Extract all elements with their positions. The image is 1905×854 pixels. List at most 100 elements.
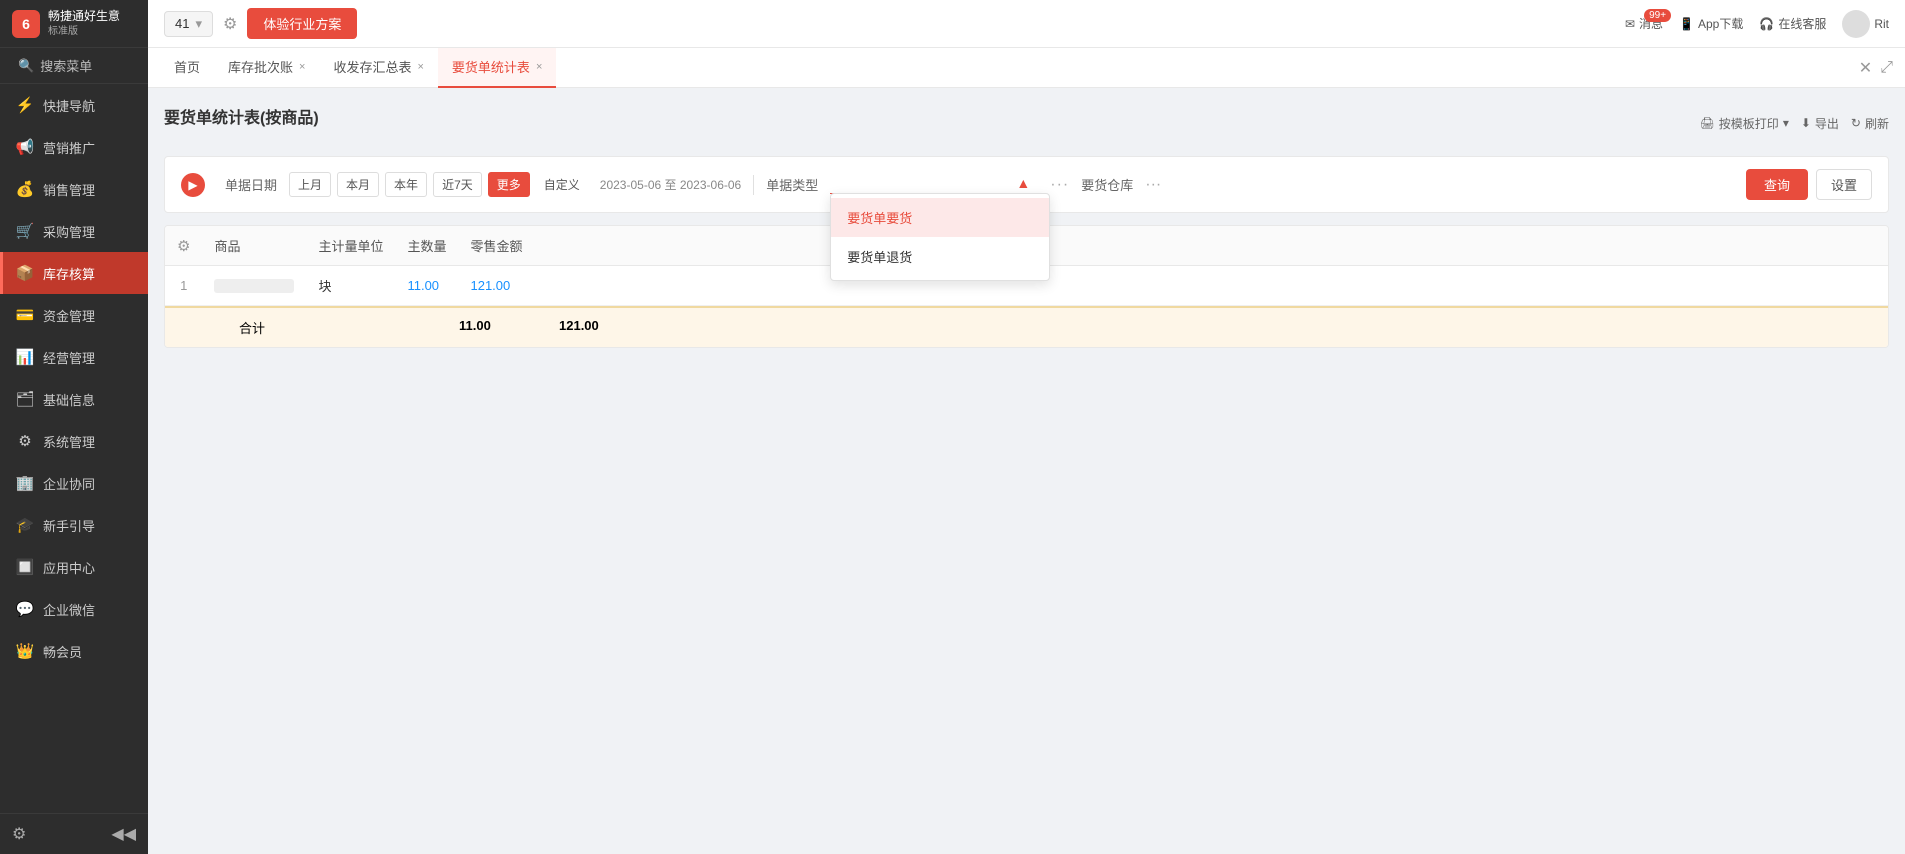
col-amount: 零售金额 [458,226,534,266]
warehouse-more-dots[interactable]: ··· [1145,176,1161,194]
quantity-link[interactable]: 11.00 [407,278,439,293]
cell-amount: 121.00 [458,266,534,306]
cell-product [202,266,306,306]
service-icon: 🎧 [1759,17,1774,31]
footer-product-space: 合计 [227,318,367,337]
sidebar-item-finance[interactable]: 💳 资金管理 [0,294,148,336]
sidebar-item-guide[interactable]: 🎓 新手引导 [0,504,148,546]
table-footer: 合计 11.00 121.00 [165,306,1888,347]
filter-expand-btn[interactable]: ▶ [181,173,205,197]
system-icon: ⚙ [15,431,35,451]
sidebar-item-wechat[interactable]: 💬 企业微信 [0,588,148,630]
refresh-btn[interactable]: ↻ 刷新 [1851,115,1889,132]
tab-close-inventory-batch[interactable]: × [299,61,305,73]
cell-unit: 块 [306,266,395,306]
tab-order-stats[interactable]: 要货单统计表 × [438,48,556,88]
message-btn[interactable]: ✉ 消息 99+ [1625,15,1663,32]
date-7days-btn[interactable]: 近7天 [433,172,482,197]
inventory-icon: 📦 [15,263,35,283]
user-avatar-btn[interactable]: Rit [1842,10,1889,38]
type-select-input[interactable] [830,176,1016,191]
print-btn[interactable]: 🖨 按模板打印 ▾ [1700,115,1789,132]
tab-close-receipt-summary[interactable]: × [417,61,423,73]
refresh-icon: ↻ [1851,116,1861,130]
query-btn[interactable]: 查询 [1746,169,1808,200]
export-btn[interactable]: ⬇ 导出 [1801,115,1839,132]
settings-btn[interactable]: 设置 [1816,169,1872,200]
apps-icon: 🔲 [15,557,35,577]
col-extra [535,226,1889,266]
print-icon: 🖨 [1700,116,1715,130]
store-selector[interactable]: 41 ▾ [164,11,213,37]
sidebar-settings-icon[interactable]: ⚙ [12,824,26,844]
col-quantity: 主数量 [395,226,458,266]
table-settings-icon[interactable]: ⚙ [177,238,190,255]
marketing-icon: 📢 [15,137,35,157]
online-service-btn[interactable]: 🎧 在线客服 [1759,15,1826,32]
date-more-btn[interactable]: 更多 [488,172,530,197]
sidebar-item-quick-nav[interactable]: ⚡ 快捷导航 [0,84,148,126]
quick-nav-icon: ⚡ [15,95,35,115]
sidebar-item-system[interactable]: ⚙ 系统管理 [0,420,148,462]
sidebar-nav: ⚡ 快捷导航 📢 营销推广 💰 销售管理 🛒 采购管理 📦 库存核算 💳 资金管… [0,84,148,813]
date-cur-year-btn[interactable]: 本年 [385,172,427,197]
tab-receipt-summary[interactable]: 收发存汇总表 × [319,48,437,88]
expand-tabs-btn[interactable]: ⤢ [1880,59,1893,77]
tab-inventory-batch[interactable]: 库存批次账 × [214,48,319,88]
message-badge: 99+ [1644,9,1671,22]
filter-area: ▶ 单据日期 上月 本月 本年 近7天 更多 自定义 2023-05-06 至 … [164,156,1889,213]
tabs-actions: ✕ ⤢ [1859,58,1893,78]
close-all-tabs-btn[interactable]: ✕ [1859,58,1872,78]
date-cur-month-btn[interactable]: 本月 [337,172,379,197]
trial-btn[interactable]: 体验行业方案 [247,8,357,39]
sidebar-item-apps[interactable]: 🔲 应用中心 [0,546,148,588]
type-more-dots[interactable]: ··· [1050,176,1069,194]
type-select[interactable]: ▲ 要货单要货 要货单退货 [830,175,1030,194]
message-icon: ✉ [1625,17,1635,31]
date-prev-month-btn[interactable]: 上月 [289,172,331,197]
operations-icon: 📊 [15,347,35,367]
tab-close-order-stats[interactable]: × [536,61,542,73]
logo-text: 畅捷通好生意 标准版 [48,9,120,38]
app-download-btn[interactable]: 📱 App下载 [1679,15,1743,32]
filter-row: ▶ 单据日期 上月 本月 本年 近7天 更多 自定义 2023-05-06 至 … [181,169,1872,200]
filter-divider-1 [753,175,754,195]
avatar [1842,10,1870,38]
col-unit: 主计量单位 [306,226,395,266]
sidebar-item-marketing[interactable]: 📢 营销推广 [0,126,148,168]
amount-link[interactable]: 121.00 [470,278,510,293]
dropdown-item-order-goods[interactable]: 要货单要货 [831,198,1049,237]
guide-icon: 🎓 [15,515,35,535]
sales-icon: 💰 [15,179,35,199]
logo-icon: 6 [12,10,40,38]
page-title: 要货单统计表(按商品) [164,104,319,128]
sidebar-item-inventory[interactable]: 📦 库存核算 [0,252,148,294]
sidebar-search[interactable]: 🔍 搜索菜单 [0,48,148,84]
type-dropdown-arrow[interactable]: ▲ [1016,175,1030,191]
footer-label [177,318,227,337]
date-custom-btn[interactable]: 自定义 [536,173,588,196]
col-product: 商品 [202,226,306,266]
sidebar-item-sales[interactable]: 💰 销售管理 [0,168,148,210]
sidebar-item-basic[interactable]: 🗂 基础信息 [0,378,148,420]
app-logo: 6 畅捷通好生意 标准版 [0,0,148,48]
cell-quantity: 11.00 [395,266,458,306]
basic-icon: 🗂 [15,389,35,409]
dropdown-item-order-return[interactable]: 要货单退货 [831,237,1049,276]
sidebar-item-enterprise[interactable]: 🏢 企业协同 [0,462,148,504]
sidebar-item-member[interactable]: 👑 畅会员 [0,630,148,672]
sidebar-collapse-icon[interactable]: ◀◀ [111,824,136,844]
search-icon: 🔍 [18,58,34,74]
sidebar: 6 畅捷通好生意 标准版 🔍 搜索菜单 ⚡ 快捷导航 📢 营销推广 💰 销售管理… [0,0,148,854]
footer-unit-space [367,318,447,337]
sidebar-item-purchase[interactable]: 🛒 采购管理 [0,210,148,252]
store-dropdown-arrow: ▾ [195,16,202,32]
finance-icon: 💳 [15,305,35,325]
header-gear-icon[interactable]: ⚙ [223,14,237,34]
tab-home[interactable]: 首页 [160,48,214,88]
date-filter-label: 单据日期 [225,175,277,194]
footer-amount: 121.00 [547,318,647,337]
page-content: 要货单统计表(按商品) 🖨 按模板打印 ▾ ⬇ 导出 ↻ 刷新 [148,88,1905,854]
sidebar-item-operations[interactable]: 📊 经营管理 [0,336,148,378]
type-filter-label: 单据类型 [766,175,818,194]
